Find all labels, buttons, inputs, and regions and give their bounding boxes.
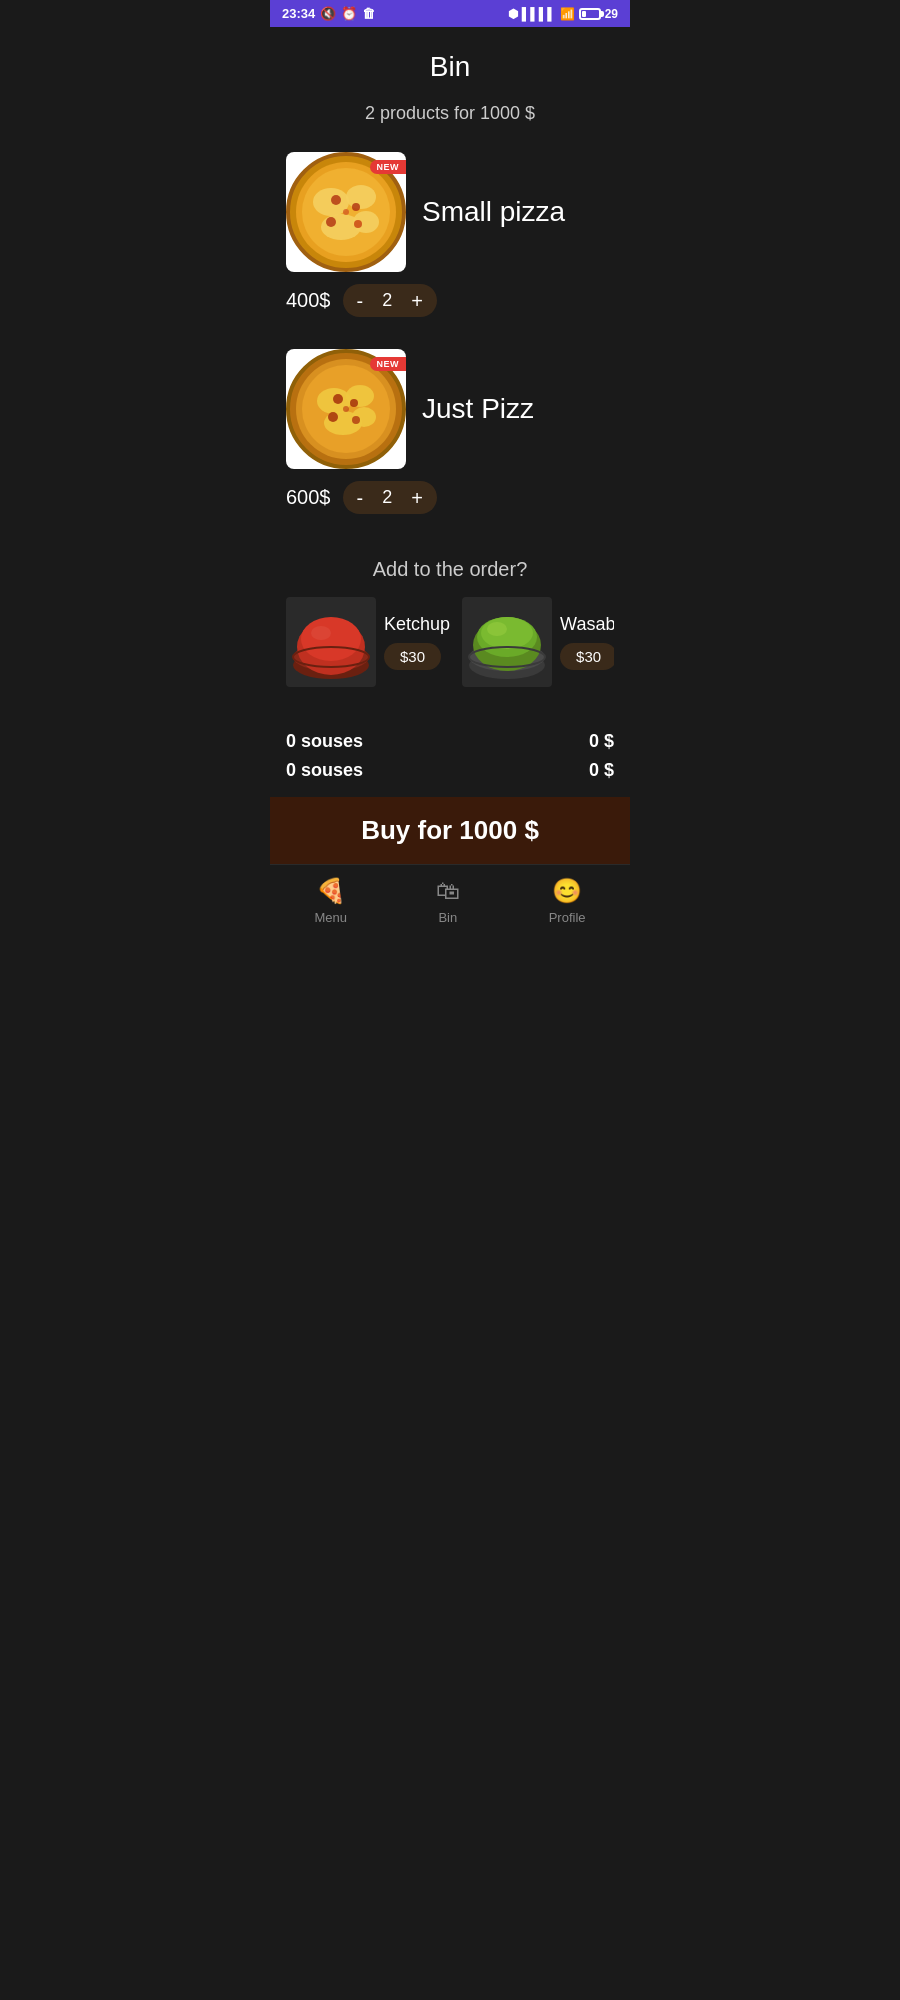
profile-icon: 😊 (552, 877, 582, 905)
qty-increase-1[interactable]: + (411, 291, 423, 311)
product-image-just-pizz: NEW (286, 349, 406, 469)
qty-decrease-1[interactable]: - (357, 291, 364, 311)
ketchup-image (286, 597, 376, 687)
svg-point-30 (311, 626, 331, 640)
qty-control-1: - 2 + (343, 284, 437, 317)
page-title: Bin (270, 27, 630, 91)
products-summary: 2 products for 1000 $ (270, 91, 630, 144)
svg-point-37 (487, 622, 507, 636)
status-left: 23:34 🔇 ⏰ 🗑 (282, 6, 375, 21)
qty-value-1: 2 (379, 290, 395, 311)
summary-value-1: 0 $ (589, 731, 614, 752)
add-to-order-title: Add to the order? (286, 558, 614, 581)
qty-control-2: - 2 + (343, 481, 437, 514)
product-item-small-pizza: NEW Small pizza 400$ - 2 + (270, 144, 630, 341)
order-summary: 0 souses 0 $ 0 souses 0 $ (270, 707, 630, 797)
svg-point-24 (343, 406, 349, 412)
status-bar: 23:34 🔇 ⏰ 🗑 ⬢ ▌▌▌▌ 📶 29 (270, 0, 630, 27)
qty-value-2: 2 (379, 487, 395, 508)
sauce-item-ketchup[interactable]: Ketchup $30 (286, 597, 450, 687)
nav-item-menu[interactable]: 🍕 Menu (314, 877, 347, 925)
svg-point-22 (328, 412, 338, 422)
wifi-icon: 📶 (560, 7, 575, 21)
qty-decrease-2[interactable]: - (357, 488, 364, 508)
svg-point-4 (346, 185, 376, 209)
product-price-2: 600$ (286, 486, 331, 509)
summary-label-2: 0 souses (286, 760, 363, 781)
alarm-icon: ⏰ (341, 6, 357, 21)
sauces-list[interactable]: Ketchup $30 (286, 597, 614, 695)
battery-percent: 29 (605, 7, 618, 21)
svg-point-11 (343, 209, 349, 215)
product-controls-2: 600$ - 2 + (286, 481, 614, 514)
product-item-just-pizz: NEW Just Pizz 600$ - 2 + (270, 341, 630, 538)
product-name-2: Just Pizz (422, 393, 534, 425)
new-badge-2: NEW (370, 357, 407, 371)
signal-icon: ▌▌▌▌ (522, 7, 556, 21)
summary-label-1: 0 souses (286, 731, 363, 752)
nav-label-menu: Menu (314, 910, 347, 925)
trash-icon: 🗑 (362, 6, 375, 21)
ketchup-name: Ketchup (384, 614, 450, 635)
status-right: ⬢ ▌▌▌▌ 📶 29 (508, 7, 618, 21)
battery-icon (579, 8, 601, 20)
wasabi-name: Wasabi (560, 614, 614, 635)
svg-point-7 (331, 195, 341, 205)
bin-icon: 🛍 (436, 877, 460, 905)
time: 23:34 (282, 6, 315, 21)
summary-row-1: 0 souses 0 $ (286, 731, 614, 752)
nav-label-bin: Bin (438, 910, 457, 925)
bluetooth-icon: ⬢ (508, 7, 518, 21)
wasabi-price: $30 (560, 643, 614, 670)
product-name-1: Small pizza (422, 196, 565, 228)
svg-point-21 (350, 399, 358, 407)
svg-point-10 (354, 220, 362, 228)
wasabi-info: Wasabi $30 (560, 614, 614, 670)
svg-point-9 (326, 217, 336, 227)
qty-increase-2[interactable]: + (411, 488, 423, 508)
svg-point-20 (333, 394, 343, 404)
product-price-1: 400$ (286, 289, 331, 312)
ketchup-info: Ketchup $30 (384, 614, 450, 670)
nav-label-profile: Profile (549, 910, 586, 925)
new-badge-1: NEW (370, 160, 407, 174)
buy-button[interactable]: Buy for 1000 $ (286, 815, 614, 846)
wasabi-image (462, 597, 552, 687)
wasabi-svg (462, 597, 552, 687)
menu-icon: 🍕 (316, 877, 346, 905)
nav-item-profile[interactable]: 😊 Profile (549, 877, 586, 925)
svg-point-29 (301, 617, 361, 661)
svg-point-8 (352, 203, 360, 211)
add-to-order-section: Add to the order? Ketchup (270, 538, 630, 707)
sauce-item-wasabi[interactable]: Wasabi $30 (462, 597, 614, 687)
summary-value-2: 0 $ (589, 760, 614, 781)
bottom-nav: 🍕 Menu 🛍 Bin 😊 Profile (270, 864, 630, 941)
product-image-small-pizza: NEW (286, 152, 406, 272)
mute-icon: 🔇 (320, 6, 336, 21)
ketchup-svg (286, 597, 376, 687)
nav-item-bin[interactable]: 🛍 Bin (436, 877, 460, 925)
product-controls-1: 400$ - 2 + (286, 284, 614, 317)
summary-row-2: 0 souses 0 $ (286, 760, 614, 781)
buy-section: Buy for 1000 $ (270, 797, 630, 864)
svg-point-23 (352, 416, 360, 424)
ketchup-price: $30 (384, 643, 441, 670)
